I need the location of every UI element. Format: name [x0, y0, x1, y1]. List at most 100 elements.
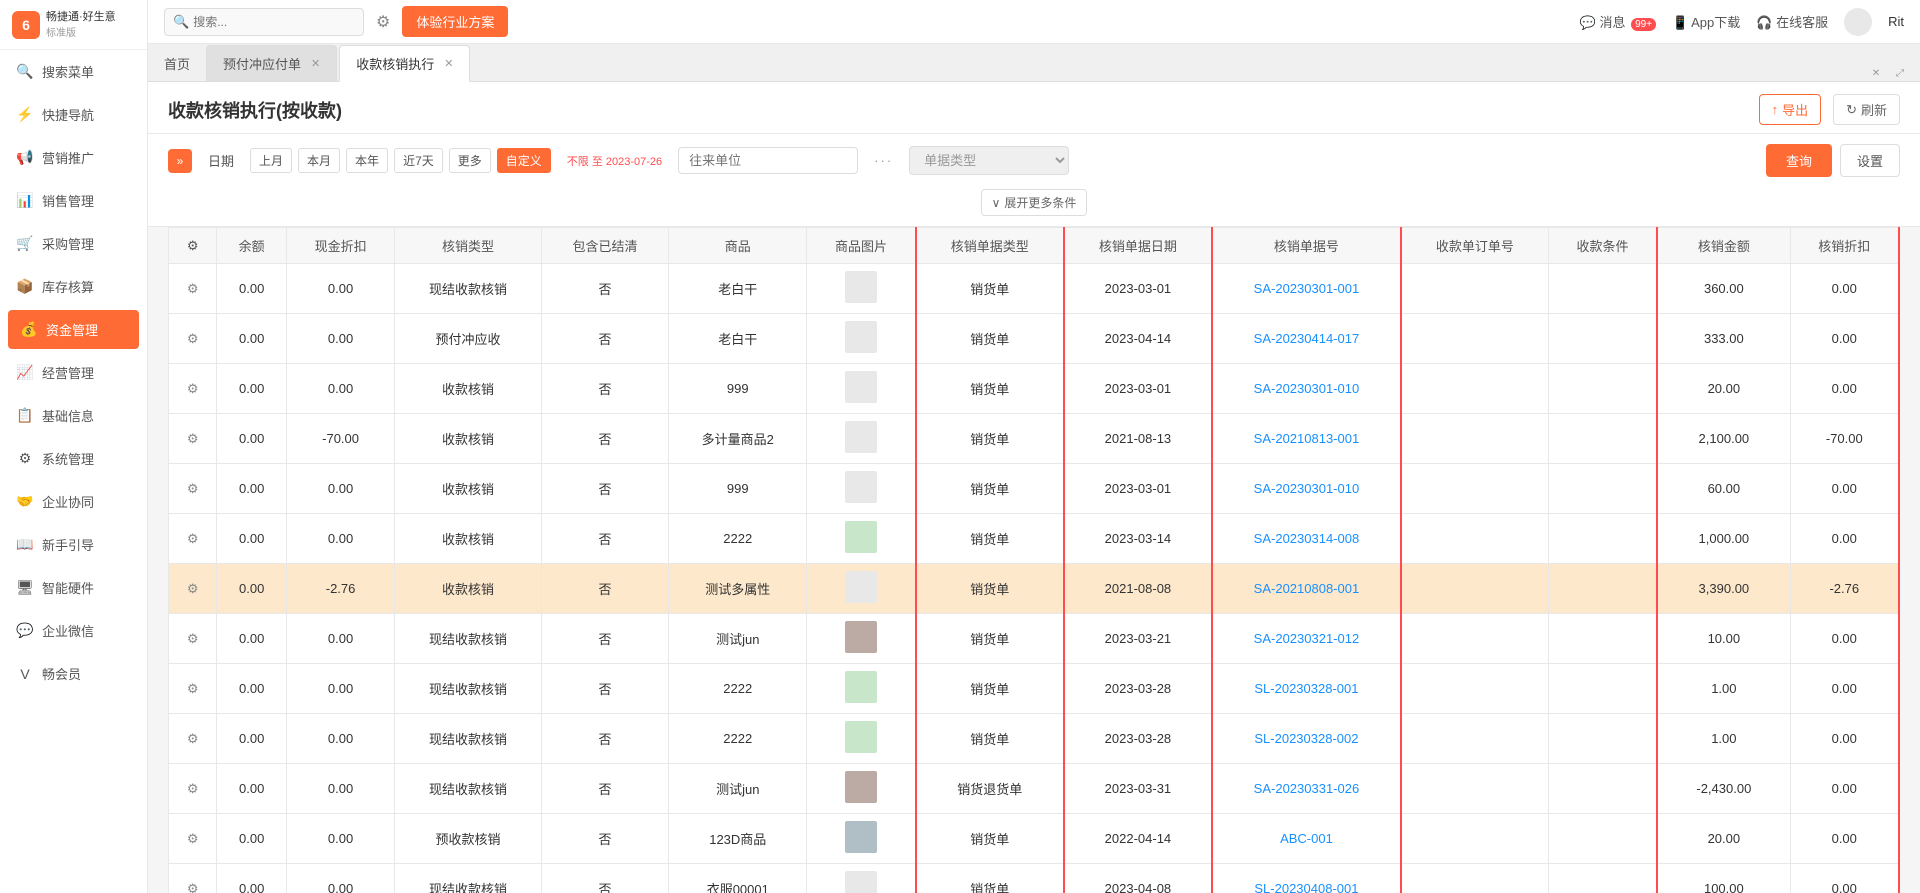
filter-settings-button[interactable]: 设置	[1840, 144, 1900, 177]
query-button[interactable]: 查询	[1766, 144, 1832, 177]
cell-bill_no[interactable]: SA-20230414-017	[1212, 314, 1401, 364]
tab-home[interactable]: 首页	[148, 46, 206, 81]
filter-toggle-button[interactable]: »	[168, 149, 192, 173]
sidebar-item-企业协同[interactable]: 🤝企业协同	[0, 480, 147, 523]
sidebar-item-采购管理[interactable]: 🛒采购管理	[0, 222, 147, 265]
cell-bill_no[interactable]: SA-20210808-001	[1212, 564, 1401, 614]
row-settings-icon[interactable]: ⚙	[187, 531, 199, 546]
bill-no-link[interactable]: SL-20230328-002	[1254, 731, 1358, 746]
sidebar-item-智能硬件[interactable]: 🖥智能硬件	[0, 566, 147, 609]
cell-bill_no[interactable]: SA-20230301-010	[1212, 464, 1401, 514]
maximize-icon[interactable]: ⤢	[1892, 65, 1908, 81]
row-settings-icon[interactable]: ⚙	[187, 581, 199, 596]
sidebar-item-系统管理[interactable]: ⚙系统管理	[0, 437, 147, 480]
date-custom[interactable]: 自定义	[497, 148, 551, 173]
bill-no-link[interactable]: SA-20230414-017	[1254, 331, 1360, 346]
nav-label: 智能硬件	[42, 578, 94, 597]
cell-cancel_discount: 0.00	[1790, 514, 1899, 564]
cell-bill_no[interactable]: ABC-001	[1212, 814, 1401, 864]
row-settings-icon[interactable]: ⚙	[187, 331, 199, 346]
bill-no-link[interactable]: SA-20230331-026	[1254, 781, 1360, 796]
app-download-btn[interactable]: 📱 App下载	[1672, 12, 1740, 31]
cell-bill_date: 2021-08-08	[1064, 564, 1212, 614]
cell-balance: 0.00	[217, 514, 287, 564]
sidebar-item-销售管理[interactable]: 📊销售管理	[0, 179, 147, 222]
col-header-cancel_amount: 核销金额	[1657, 228, 1790, 264]
tab-receipt-close[interactable]: ✕	[444, 57, 453, 70]
bill-no-link[interactable]: SL-20230408-001	[1254, 881, 1358, 893]
row-settings-icon[interactable]: ⚙	[187, 881, 199, 893]
row-settings-icon[interactable]: ⚙	[187, 431, 199, 446]
row-settings-icon[interactable]: ⚙	[187, 731, 199, 746]
date-more[interactable]: 更多	[449, 148, 491, 173]
row-settings-icon[interactable]: ⚙	[187, 831, 199, 846]
partner-filter[interactable]	[678, 147, 858, 174]
tab-receipt-cancel[interactable]: 收款核销执行 ✕	[339, 45, 470, 82]
nav-label: 快捷导航	[42, 105, 94, 124]
row-settings-icon[interactable]: ⚙	[187, 781, 199, 796]
tab-prepay[interactable]: 预付冲应付单 ✕	[206, 45, 337, 81]
cell-bill_no[interactable]: SA-20230321-012	[1212, 614, 1401, 664]
bill-no-link[interactable]: SA-20210808-001	[1254, 581, 1360, 596]
bill-no-link[interactable]: ABC-001	[1280, 831, 1333, 846]
cell-bill_no[interactable]: SA-20230301-010	[1212, 364, 1401, 414]
sidebar-item-资金管理[interactable]: 💰资金管理	[8, 310, 139, 349]
date-filter-buttons: 上月 本月 本年 近7天 更多 自定义	[250, 148, 551, 173]
sidebar-item-经营管理[interactable]: 📈经营管理	[0, 351, 147, 394]
date-last-month[interactable]: 上月	[250, 148, 292, 173]
date-this-year[interactable]: 本年	[346, 148, 388, 173]
row-settings-icon[interactable]: ⚙	[187, 381, 199, 396]
nav-label: 系统管理	[42, 449, 94, 468]
cell-balance: 0.00	[217, 364, 287, 414]
date-this-month[interactable]: 本月	[298, 148, 340, 173]
tab-prepay-close[interactable]: ✕	[311, 57, 320, 70]
close-window-icon[interactable]: ✕	[1868, 65, 1884, 81]
cell-balance: 0.00	[217, 714, 287, 764]
cell-settings: ⚙	[169, 714, 217, 764]
bill-no-link[interactable]: SA-20230301-001	[1254, 281, 1360, 296]
refresh-button[interactable]: ↻ 刷新	[1833, 94, 1900, 125]
sidebar-item-搜索菜单[interactable]: 🔍搜索菜单	[0, 50, 147, 93]
cell-bill_type: 销货单	[916, 714, 1064, 764]
bill-no-link[interactable]: SL-20230328-001	[1254, 681, 1358, 696]
cell-settings: ⚙	[169, 364, 217, 414]
date-range-display: 不限 至 2023-07-26	[567, 153, 662, 169]
cell-bill_no[interactable]: SA-20230314-008	[1212, 514, 1401, 564]
messages-btn[interactable]: 💬 消息 99+	[1580, 12, 1656, 31]
row-settings-icon[interactable]: ⚙	[187, 681, 199, 696]
cell-cancel_discount: 0.00	[1790, 464, 1899, 514]
online-service-btn[interactable]: 🎧 在线客服	[1756, 12, 1828, 31]
sidebar-item-新手引导[interactable]: 📖新手引导	[0, 523, 147, 566]
date-7days[interactable]: 近7天	[394, 148, 443, 173]
cell-balance: 0.00	[217, 414, 287, 464]
search-input[interactable]	[193, 15, 355, 29]
sidebar-item-快捷导航[interactable]: ⚡快捷导航	[0, 93, 147, 136]
bill-no-link[interactable]: SA-20230301-010	[1254, 381, 1360, 396]
bill-no-link[interactable]: SA-20230301-010	[1254, 481, 1360, 496]
sidebar-item-库存核算[interactable]: 📦库存核算	[0, 265, 147, 308]
sidebar-item-畅会员[interactable]: V畅会员	[0, 652, 147, 695]
sidebar-item-企业微信[interactable]: 💬企业微信	[0, 609, 147, 652]
cell-bill_no[interactable]: SL-20230328-002	[1212, 714, 1401, 764]
cell-bill_no[interactable]: SL-20230328-001	[1212, 664, 1401, 714]
cell-settings: ⚙	[169, 414, 217, 464]
cell-bill_no[interactable]: SA-20210813-001	[1212, 414, 1401, 464]
row-settings-icon[interactable]: ⚙	[187, 281, 199, 296]
cell-bill_no[interactable]: SA-20230331-026	[1212, 764, 1401, 814]
export-button[interactable]: ↑ 导出	[1759, 94, 1822, 125]
sidebar-item-基础信息[interactable]: 📋基础信息	[0, 394, 147, 437]
bill-no-link[interactable]: SA-20230314-008	[1254, 531, 1360, 546]
bill-no-link[interactable]: SA-20210813-001	[1254, 431, 1360, 446]
sidebar-item-营销推广[interactable]: 📢营销推广	[0, 136, 147, 179]
cell-bill_no[interactable]: SA-20230301-001	[1212, 264, 1401, 314]
cell-bill_no[interactable]: SL-20230408-001	[1212, 864, 1401, 893]
solution-button[interactable]: 体验行业方案	[402, 6, 508, 37]
bill-no-link[interactable]: SA-20230321-012	[1254, 631, 1360, 646]
expand-more-button[interactable]: ∨ 展开更多条件	[981, 189, 1088, 216]
bill-type-filter[interactable]: 单据类型	[909, 146, 1069, 175]
settings-icon[interactable]: ⚙	[376, 12, 390, 32]
row-settings-icon[interactable]: ⚙	[187, 631, 199, 646]
row-settings-icon[interactable]: ⚙	[187, 481, 199, 496]
search-box[interactable]: 🔍	[164, 8, 364, 36]
nav-label: 营销推广	[42, 148, 94, 167]
